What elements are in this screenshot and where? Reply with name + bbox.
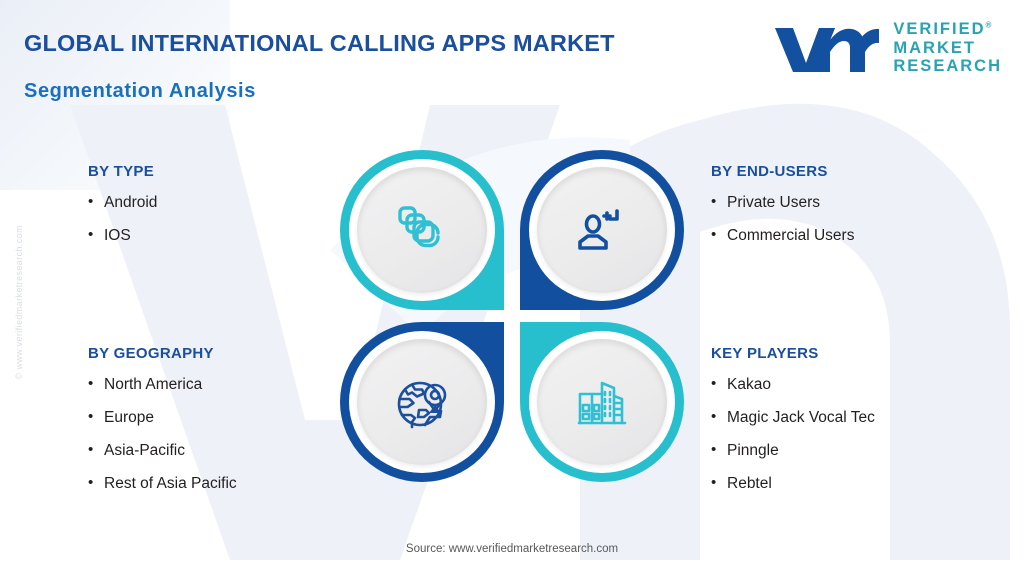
list-item-label: Kakao	[727, 376, 771, 393]
segment-key-players: KEY PLAYERS • Kakao • Magic Jack Vocal Tec…	[711, 345, 875, 508]
globe-location-pin-icon	[397, 381, 447, 429]
quad-cell-by-end-users[interactable]	[520, 150, 684, 310]
bullet-icon: •	[711, 441, 717, 459]
bullet-icon: •	[88, 474, 94, 492]
segment-by-geography: BY GEOGRAPHY • North America • Europe • Asi…	[88, 345, 237, 508]
source-footer: Source: www.verifiedmarketresearch.com	[405, 543, 619, 555]
bullet-icon: •	[88, 193, 94, 210]
segment-list: • Kakao • Magic Jack Vocal Tec • Pinngle • R…	[711, 376, 875, 492]
list-item: • Magic Jack Vocal Tec	[711, 409, 875, 426]
list-item: • Asia-Pacific	[88, 442, 237, 459]
segment-by-end-users: BY END-USERS • Private Users • Commercial …	[711, 163, 854, 260]
quad-disc	[357, 339, 487, 465]
bullet-icon: •	[88, 408, 94, 426]
bullet-icon: •	[711, 474, 717, 492]
logo-wordmark: VERIFIED® MARKET RESEARCH	[893, 20, 1002, 75]
app-layers-icon	[398, 206, 440, 248]
quad-disc	[537, 339, 667, 465]
list-item: • IOS	[88, 227, 157, 244]
segment-title: KEY PLAYERS	[711, 345, 819, 362]
list-item: • Commercial Users	[711, 227, 854, 244]
header: GLOBAL INTERNATIONAL CALLING APPS MARKET…	[24, 30, 615, 103]
quad-cell-key-players[interactable]	[520, 322, 684, 482]
list-item-label: IOS	[104, 227, 131, 245]
list-item-label: Private Users	[727, 194, 821, 211]
list-item-label: Pinngle	[727, 442, 779, 460]
brand-logo: VERIFIED® MARKET RESEARCH	[773, 20, 1002, 76]
quad-disc	[357, 167, 487, 293]
segment-title: BY GEOGRAPHY	[88, 345, 214, 362]
list-item: • Europe	[88, 409, 237, 426]
list-item: • Private Users	[711, 194, 854, 211]
bullet-icon: •	[88, 441, 94, 459]
segmentation-quad-graphic	[340, 150, 684, 482]
side-copyright: © www.verifiedmarketresearch.com	[14, 225, 24, 380]
list-item-label: Europe	[104, 409, 154, 427]
list-item-label: North America	[104, 376, 203, 393]
list-item: • Pinngle	[711, 442, 875, 459]
page-title: GLOBAL INTERNATIONAL CALLING APPS MARKET	[24, 30, 615, 56]
list-item-label: Rest of Asia Pacific	[104, 475, 237, 493]
segment-title: BY END-USERS	[711, 163, 828, 180]
quad-disc	[537, 167, 667, 293]
registered-mark: ®	[985, 20, 992, 30]
logo-line-1: VERIFIED®	[893, 20, 992, 39]
segment-list: • North America • Europe • Asia-Pacific • Re…	[88, 376, 237, 492]
list-item: • Rest of Asia Pacific	[88, 475, 237, 492]
bullet-icon: •	[88, 375, 94, 392]
bullet-icon: •	[711, 408, 717, 426]
segment-list: • Private Users • Commercial Users	[711, 194, 854, 244]
page-subtitle: Segmentation Analysis	[24, 80, 256, 102]
list-item: • Rebtel	[711, 475, 875, 492]
list-item-label: Android	[104, 194, 158, 211]
list-item: • Android	[88, 194, 157, 211]
bullet-icon: •	[88, 226, 94, 244]
segment-by-type: BY TYPE • Android • IOS	[88, 163, 157, 260]
list-item: • North America	[88, 376, 237, 393]
bullet-icon: •	[711, 375, 717, 392]
logo-line-3: RESEARCH	[893, 57, 1002, 76]
city-buildings-icon	[577, 381, 627, 425]
user-profile-icon	[578, 209, 619, 250]
list-item-label: Commercial Users	[727, 227, 855, 245]
segment-list: • Android • IOS	[88, 194, 157, 244]
list-item: • Kakao	[711, 376, 875, 393]
list-item-label: Rebtel	[727, 475, 772, 493]
list-item-label: Magic Jack Vocal Tec	[727, 409, 875, 427]
quad-cell-by-geography[interactable]	[340, 322, 504, 482]
quad-cell-by-type[interactable]	[340, 150, 504, 310]
bullet-icon: •	[711, 226, 717, 244]
bullet-icon: •	[711, 193, 717, 210]
logo-line-2: MARKET	[893, 38, 976, 57]
vmr-logo-mark-icon	[775, 28, 880, 72]
list-item-label: Asia-Pacific	[104, 442, 185, 460]
segment-title: BY TYPE	[88, 163, 155, 180]
